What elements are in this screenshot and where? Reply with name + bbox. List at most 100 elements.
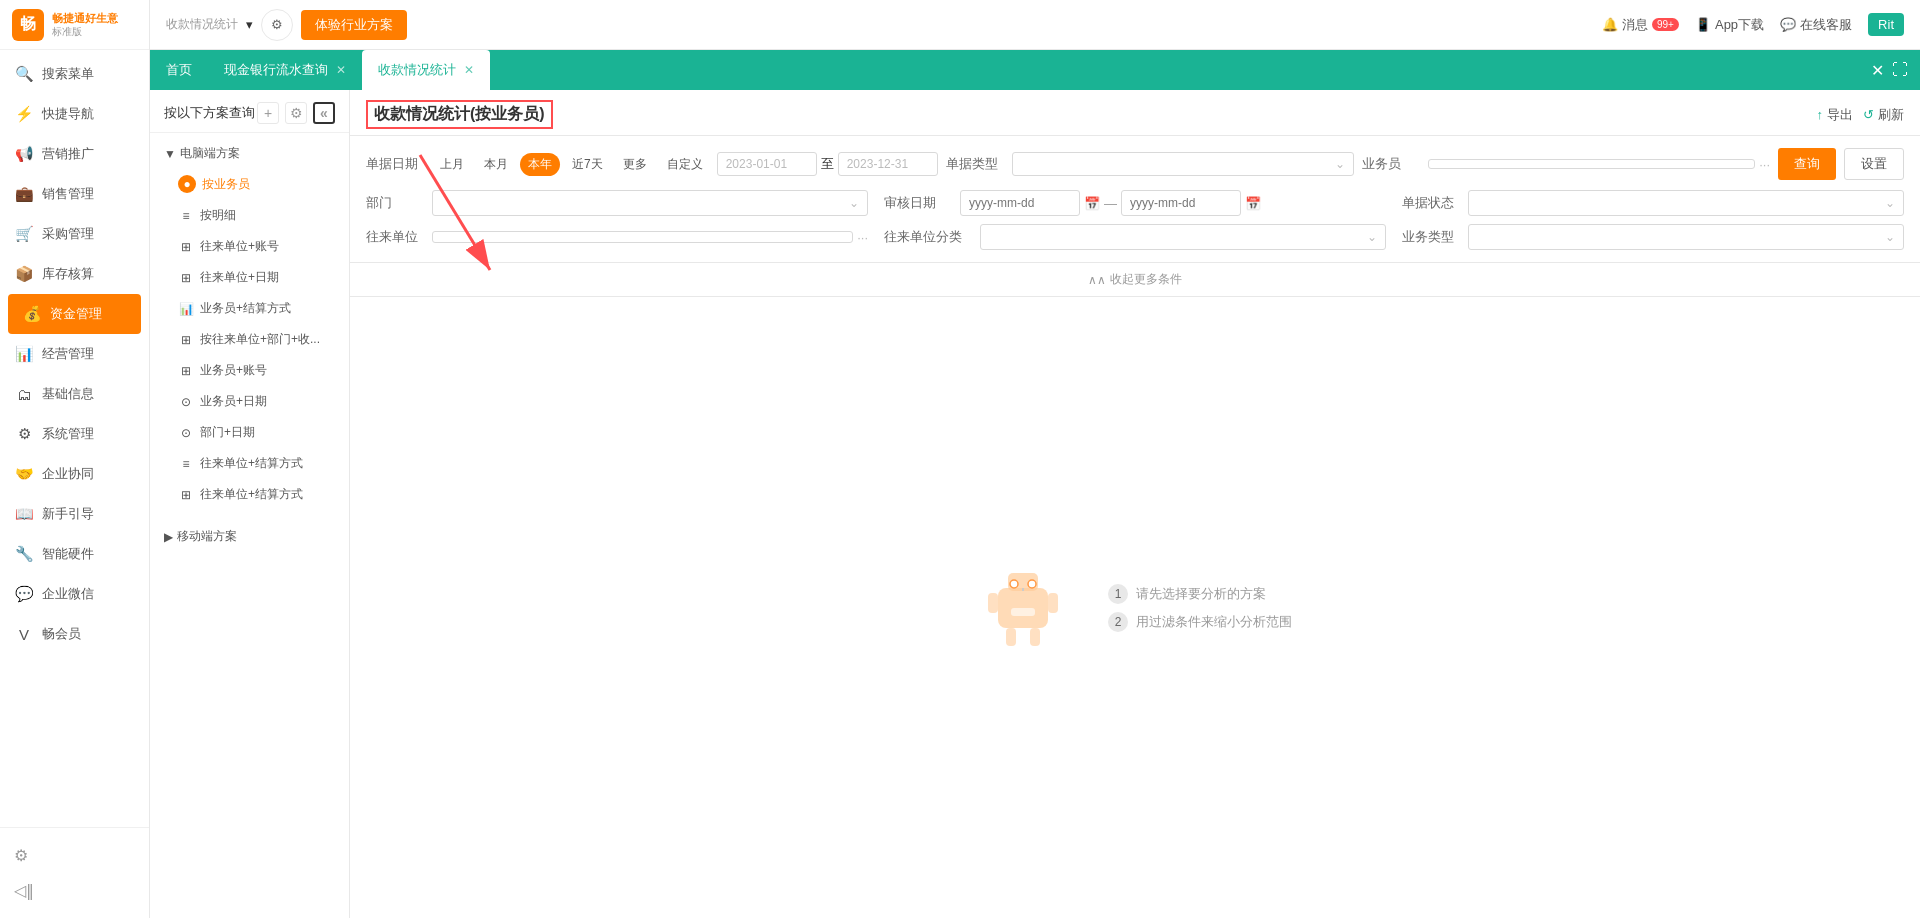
tab-home[interactable]: 首页 [150,50,208,90]
page-header: 收款情况统计(按业务员) ↑ 导出 ↺ 刷新 [350,90,1920,136]
mobile-scheme-group: ▶ 移动端方案 [150,516,349,557]
scheme-item-8[interactable]: ⊙部门+日期 [150,417,349,448]
topbar-breadcrumb: 收款情况统计 [166,16,238,33]
topbar-dropdown[interactable]: ▾ [246,17,253,32]
sidebar-icon-1: ⚡ [14,104,34,124]
filter-voucher-status-select[interactable]: ⌄ [1468,190,1904,216]
tabbar-right-actions: ✕ ⛶ [1871,61,1920,80]
date-shortcut-more[interactable]: 更多 [615,153,655,176]
date-shortcut-custom[interactable]: 自定义 [659,153,711,176]
topbar-right: 🔔 消息 99+ 📱 App下载 💬 在线客服 Rit [1602,13,1904,36]
filter-partner-input[interactable] [432,231,853,243]
sidebar-icon-12: 🔧 [14,544,34,564]
sidebar-item-14[interactable]: V畅会员 [0,614,149,654]
scheme-item-7[interactable]: ⊙业务员+日期 [150,386,349,417]
app-download-btn[interactable]: 📱 App下载 [1695,16,1764,34]
date-shortcut-this-month[interactable]: 本月 [476,153,516,176]
sidebar-item-3[interactable]: 💼销售管理 [0,174,149,214]
sidebar-item-5[interactable]: 📦库存核算 [0,254,149,294]
date-shortcut-7days[interactable]: 近7天 [564,153,611,176]
tab-receipt-stats[interactable]: 收款情况统计 ✕ [362,50,490,90]
sidebar-item-6[interactable]: 💰资金管理 [8,294,141,334]
topbar-settings-btn[interactable]: ⚙ [261,9,293,41]
sidebar-item-10[interactable]: 🤝企业协同 [0,454,149,494]
collapse-bar[interactable]: ∧∧ 收起更多条件 [350,263,1920,297]
sidebar-item-7[interactable]: 📊经营管理 [0,334,149,374]
filter-dept-input[interactable]: ⌄ [432,190,868,216]
date-shortcut-this-year[interactable]: 本年 [520,153,560,176]
scheme-item-5[interactable]: ⊞按往来单位+部门+收... [150,324,349,355]
scheme-item-6[interactable]: ⊞业务员+账号 [150,355,349,386]
export-btn[interactable]: ↑ 导出 [1817,106,1854,124]
tab-close-all-btn[interactable]: ✕ [1871,61,1884,80]
sidebar-icon-4: 🛒 [14,224,34,244]
left-panel: 按以下方案查询 + ⚙ « ▼ 电脑端方案 ●按业务员≡按明细⊞往来单位+账号⊞… [150,90,350,918]
desktop-scheme-title[interactable]: ▼ 电脑端方案 [150,139,349,168]
sidebar-item-9[interactable]: ⚙系统管理 [0,414,149,454]
filter-date-item: 单据日期 上月 本月 本年 近7天 更多 自定义 至 [366,152,938,176]
scheme-item-9[interactable]: ≡往来单位+结算方式 [150,448,349,479]
sidebar-bottom-collapse[interactable]: ◁‖ [0,873,149,908]
trial-button[interactable]: 体验行业方案 [301,10,407,40]
tab-expand-btn[interactable]: ⛶ [1892,61,1908,79]
mobile-scheme-title[interactable]: ▶ 移动端方案 [150,522,349,551]
sidebar-item-0[interactable]: 🔍搜索菜单 [0,54,149,94]
sidebar-item-8[interactable]: 🗂基础信息 [0,374,149,414]
sidebar-item-1[interactable]: ⚡快捷导航 [0,94,149,134]
filter-partner-type-select[interactable]: ⌄ [980,224,1386,250]
message-btn[interactable]: 🔔 消息 99+ [1602,16,1679,34]
tabbar: 首页 现金银行流水查询 ✕ 收款情况统计 ✕ ✕ ⛶ [150,50,1920,90]
date-from-input[interactable] [717,152,817,176]
sidebar-item-2[interactable]: 📢营销推广 [0,134,149,174]
salesperson-dots[interactable]: ··· [1759,157,1770,172]
set-button[interactable]: 设置 [1844,148,1904,180]
refresh-btn[interactable]: ↺ 刷新 [1863,106,1904,124]
scheme-item-2[interactable]: ⊞往来单位+账号 [150,231,349,262]
user-avatar[interactable]: Rit [1868,13,1904,36]
filter-salesperson-item: 业务员 ··· [1362,155,1770,173]
filter-salesperson-select[interactable] [1428,159,1755,169]
sidebar-icon-13: 💬 [14,584,34,604]
sidebar-icon-10: 🤝 [14,464,34,484]
sidebar-bottom: ⚙ ◁‖ [0,827,149,918]
query-button[interactable]: 查询 [1778,148,1836,180]
filter-biz-type-select[interactable]: ⌄ [1468,224,1904,250]
sidebar-item-12[interactable]: 🔧智能硬件 [0,534,149,574]
partner-dots[interactable]: ··· [857,230,868,245]
scheme-item-0[interactable]: ●按业务员 [150,168,349,200]
sidebar-item-11[interactable]: 📖新手引导 [0,494,149,534]
sidebar-bottom-settings[interactable]: ⚙ [0,838,149,873]
review-date-to-input[interactable] [1121,190,1241,216]
scheme-item-10[interactable]: ⊞往来单位+结算方式 [150,479,349,510]
online-service-btn[interactable]: 💬 在线客服 [1780,16,1852,34]
sidebar-item-4[interactable]: 🛒采购管理 [0,214,149,254]
filter-partner-field: 往来单位 ··· [366,228,868,246]
sidebar-icon-5: 📦 [14,264,34,284]
sidebar-item-13[interactable]: 💬企业微信 [0,574,149,614]
filter-row-3: 往来单位 ··· 往来单位分类 ⌄ [366,224,1904,250]
review-date-from-calendar-icon[interactable]: 📅 [1084,196,1100,211]
scheme-settings-btn[interactable]: ⚙ [285,102,307,124]
filter-date-shortcuts: 上月 本月 本年 近7天 更多 自定义 [432,153,711,176]
tab-receipt-close-btn[interactable]: ✕ [464,63,474,77]
add-scheme-btn[interactable]: + [257,102,279,124]
sidebar-icon-2: 📢 [14,144,34,164]
date-to-input[interactable] [838,152,938,176]
review-date-from-input[interactable] [960,190,1080,216]
sidebar-icon-7: 📊 [14,344,34,364]
collapse-panel-btn[interactable]: « [313,102,335,124]
voucher-status-chevron-icon: ⌄ [1885,196,1895,210]
filter-voucher-type-select[interactable]: ⌄ [1012,152,1354,176]
scheme-item-1[interactable]: ≡按明细 [150,200,349,231]
page-title: 收款情况统计(按业务员) [366,100,553,129]
scheme-item-4[interactable]: 📊业务员+结算方式 [150,293,349,324]
tab-bank-flow[interactable]: 现金银行流水查询 ✕ [208,50,362,90]
review-date-to-calendar-icon[interactable]: 📅 [1245,196,1261,211]
page-header-actions: ↑ 导出 ↺ 刷新 [1817,106,1905,124]
tab-bank-close-btn[interactable]: ✕ [336,63,346,77]
filter-salesperson-label: 业务员 [1362,155,1422,173]
scheme-item-icon-1: ≡ [178,208,194,224]
date-shortcut-last-month[interactable]: 上月 [432,153,472,176]
scheme-item-3[interactable]: ⊞往来单位+日期 [150,262,349,293]
scheme-item-icon-7: ⊙ [178,394,194,410]
